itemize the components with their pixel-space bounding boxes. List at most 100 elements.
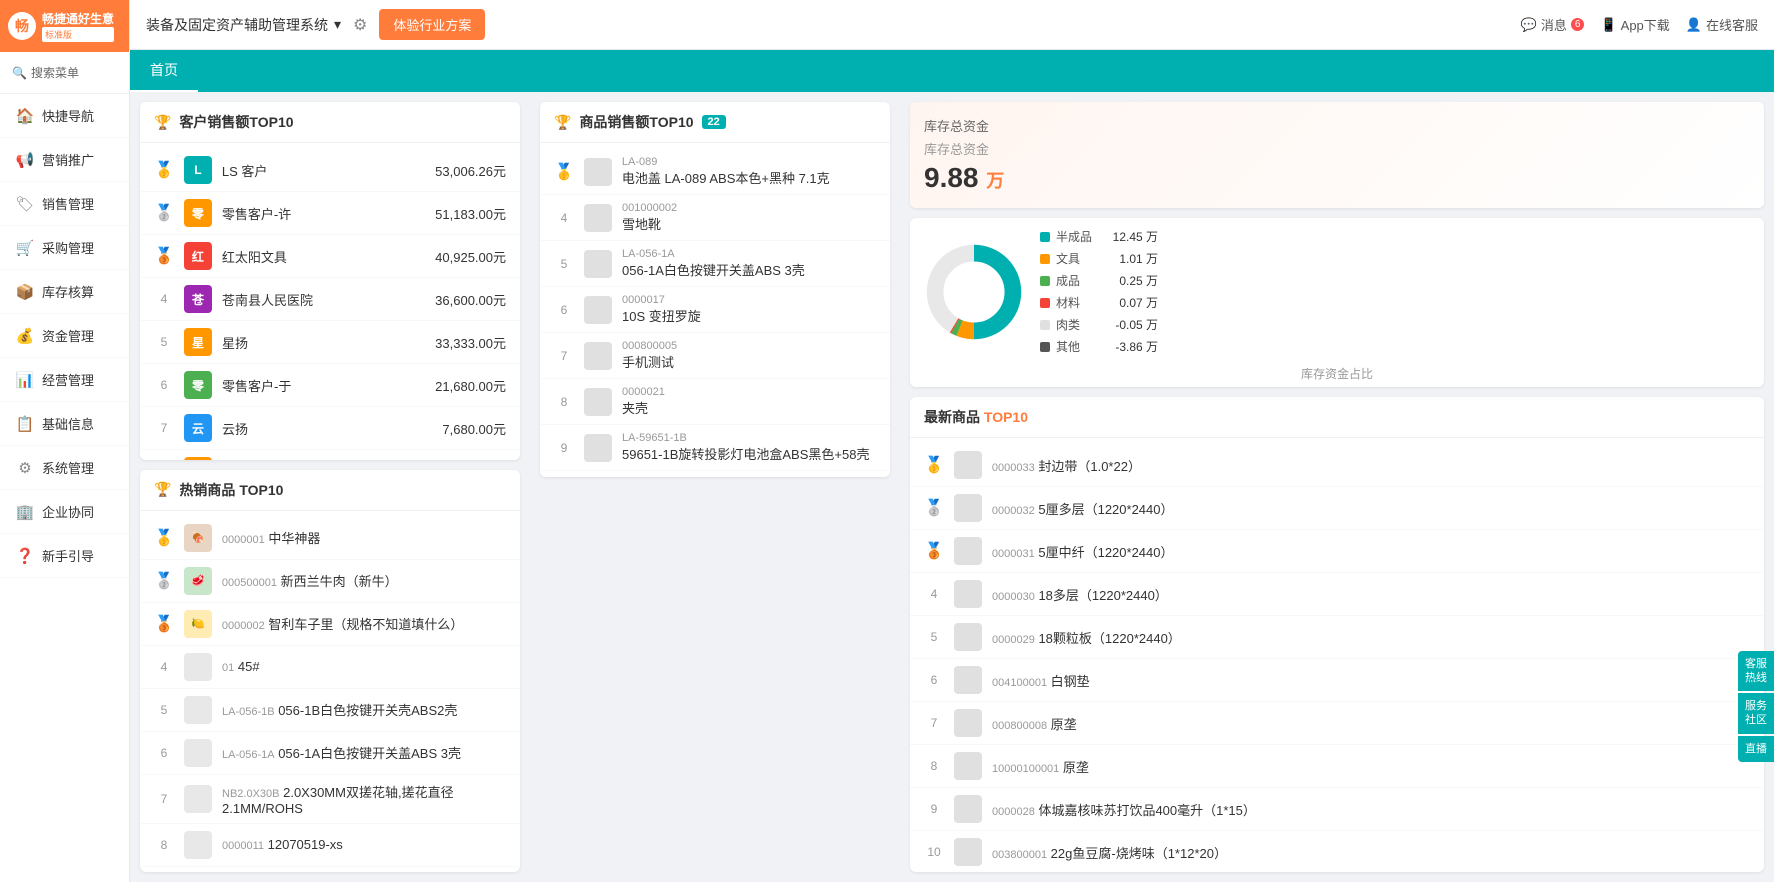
dropdown-icon[interactable]: ▾ (334, 16, 341, 33)
sidebar-item-quicknav[interactable]: 🏠 快捷导航 (0, 94, 129, 138)
inventory-chart-card: 半成品 12.45 万 文具 1.01 万 成品 0.25 万 (910, 218, 1764, 387)
customer-avatar: L (184, 156, 212, 184)
sidebar-search[interactable]: 🔍 搜索菜单 (0, 52, 129, 94)
system-title: 装备及固定资产辅助管理系统 ▾ (146, 15, 341, 35)
product-thumb: 🍖 (184, 524, 212, 552)
settings-icon[interactable]: ⚙ (353, 15, 367, 35)
enterprise-icon: 🏢 (16, 503, 34, 521)
app-download-btn[interactable]: 📱 App下载 (1600, 15, 1669, 34)
rank-item: 6 零 零售客户-于 21,680.00元 (140, 364, 520, 407)
sidebar-item-purchase[interactable]: 🛒 采购管理 (0, 226, 129, 270)
online-service-btn[interactable]: 👤 在线客服 (1686, 15, 1758, 34)
hot-icon: 🏆 (154, 481, 171, 498)
legend-item: 其他 -3.86 万 (1040, 338, 1158, 355)
middle-panel: 🏆 商品销售额TOP10 22 🥇 LA-089 电池盖 LA-089 ABS本… (530, 92, 900, 882)
sidebar: 畅 畅捷通好生意 标准版 🔍 搜索菜单 🏠 快捷导航 📢 营销推广 🏷 销售管理… (0, 0, 130, 882)
sidebar-item-system[interactable]: ⚙ 系统管理 (0, 446, 129, 490)
right-panel: 库存总资金 库存总资金 9.88 万 (900, 92, 1774, 882)
sidebar-item-marketing[interactable]: 📢 营销推广 (0, 138, 129, 182)
rank-item: 7 000800008 原垄 (910, 702, 1764, 745)
legend-dot (1040, 276, 1050, 286)
tab-home[interactable]: 首页 (130, 50, 198, 92)
legend-dot (1040, 254, 1050, 264)
legend-dot (1040, 342, 1050, 352)
rank-item: 5 星 星扬 33,333.00元 (140, 321, 520, 364)
logo-text: 畅捷通好生意 标准版 (42, 10, 114, 42)
product-sales-list: 🥇 LA-089 电池盖 LA-089 ABS本色+黑种 7.1克 4 0010… (540, 143, 890, 477)
guide-icon: ❓ (16, 547, 34, 565)
customer-avatar: 星 (184, 328, 212, 356)
legend-item: 肉类 -0.05 万 (1040, 316, 1158, 333)
customer-avatar: 苍 (184, 285, 212, 313)
customer-avatar: 肖 (184, 457, 212, 460)
product-item: 5 LA-056-1B 056-1B白色按键开关壳ABS2壳 (140, 689, 520, 732)
rank-item: 🥉 红 红太阳文具 40,925.00元 (140, 235, 520, 278)
rank-item: 🥉 0000031 5厘中纤（1220*2440） (910, 530, 1764, 573)
logo-icon: 畅 (8, 12, 36, 40)
inventory-legend: 半成品 12.45 万 文具 1.01 万 成品 0.25 万 (1040, 228, 1158, 355)
medal-icon: 🥈 (154, 203, 174, 223)
basics-icon: 📋 (16, 415, 34, 433)
product-thumb (184, 831, 212, 859)
sales-icon: 🏷 (16, 195, 34, 213)
sidebar-item-basics[interactable]: 📋 基础信息 (0, 402, 129, 446)
customer-avatar: 零 (184, 371, 212, 399)
product-thumb (954, 752, 982, 780)
messages-btn[interactable]: 💬 消息 6 (1521, 15, 1585, 34)
inventory-card: 库存总资金 库存总资金 9.88 万 (910, 102, 1764, 208)
rank-item: 🥈 0000032 5厘多层（1220*2440） (910, 487, 1764, 530)
sidebar-item-operations[interactable]: 📊 经营管理 (0, 358, 129, 402)
inventory-chart-area: 半成品 12.45 万 文具 1.01 万 成品 0.25 万 (910, 218, 1764, 365)
medal-icon: 🥉 (154, 246, 174, 266)
trophy-icon2: 🏆 (554, 114, 571, 131)
sidebar-item-inventory[interactable]: 📦 库存核算 (0, 270, 129, 314)
rank-item: 🥇 L LS 客户 53,006.26元 (140, 149, 520, 192)
finance-icon: 💰 (16, 327, 34, 345)
sidebar-item-sales[interactable]: 🏷 销售管理 (0, 182, 129, 226)
sidebar-item-guide[interactable]: ❓ 新手引导 (0, 534, 129, 578)
sidebar-nav: 🏠 快捷导航 📢 营销推广 🏷 销售管理 🛒 采购管理 📦 库存核算 💰 资金管… (0, 94, 129, 882)
customer-avatar: 零 (184, 199, 212, 227)
rank-item: 9 0000028 体城嘉核味苏打饮品400毫升（1*15） (910, 788, 1764, 831)
hot-product-list: 🥇 🍖 0000001 中华神器 🥈 🥩 000500001 新西兰牛肉（新牛）… (140, 511, 520, 872)
inventory-icon: 📦 (16, 283, 34, 301)
product-thumb (584, 158, 612, 186)
left-panel: 🏆 客户销售额TOP10 🥇 L LS 客户 53,006.26元 🥈 零 (130, 92, 530, 882)
medal-icon: 🥈 (924, 498, 944, 518)
main-area: 装备及固定资产辅助管理系统 ▾ ⚙ 体验行业方案 💬 消息 6 📱 App下载 … (130, 0, 1774, 882)
product-thumb (954, 537, 982, 565)
marketing-icon: 📢 (16, 151, 34, 169)
hot-product-header: 🏆 热销商品 TOP10 (140, 470, 520, 511)
product-item: 6 LA-056-1A 056-1A白色按键开关盖ABS 3壳 (140, 732, 520, 775)
nav-tabs: 首页 (130, 50, 1774, 92)
product-item: 7 NB2.0X30B 2.0X30MM双搓花轴,搓花直径2.1MM/ROHS (140, 775, 520, 824)
product-thumb (954, 494, 982, 522)
trial-button[interactable]: 体验行业方案 (379, 9, 485, 40)
product-thumb (184, 696, 212, 724)
legend-dot (1040, 298, 1050, 308)
medal-icon: 🥇 (154, 160, 174, 180)
rank-item: 5 LA-056-1A 056-1A白色按键开关盖ABS 3壳 (540, 241, 890, 287)
product-thumb (584, 342, 612, 370)
search-menu-btn[interactable]: 🔍 搜索菜单 (8, 60, 121, 85)
sidebar-item-finance[interactable]: 💰 资金管理 (0, 314, 129, 358)
medal-icon: 🥇 (554, 162, 574, 182)
product-item: 8 0000011 12070519-xs (140, 824, 520, 867)
product-thumb (954, 795, 982, 823)
sidebar-item-enterprise[interactable]: 🏢 企业协同 (0, 490, 129, 534)
product-item: 9 KK-SD22110H 花语萌恒温分腿睡袋（厚款） (140, 867, 520, 872)
donut-chart (924, 242, 1024, 342)
trophy-icon: 🏆 (154, 114, 171, 131)
customer-hotline-btn[interactable]: 客服热线 (1738, 651, 1774, 692)
medal-icon: 🥉 (154, 614, 174, 634)
service-icon: 👤 (1686, 17, 1702, 33)
new-product-list: 🥇 0000033 封边带（1.0*22） 🥈 0000032 5厘多层（122… (910, 438, 1764, 872)
live-btn[interactable]: 直播 (1738, 736, 1774, 762)
customer-rank-list: 🥇 L LS 客户 53,006.26元 🥈 零 零售客户-许 51,183.0… (140, 143, 520, 460)
product-thumb (184, 653, 212, 681)
app-icon: 📱 (1600, 17, 1616, 33)
product-thumb (584, 296, 612, 324)
product-thumb (954, 580, 982, 608)
service-community-btn[interactable]: 服务社区 (1738, 693, 1774, 734)
rank-item: 🥇 LA-089 电池盖 LA-089 ABS本色+黑种 7.1克 (540, 149, 890, 195)
